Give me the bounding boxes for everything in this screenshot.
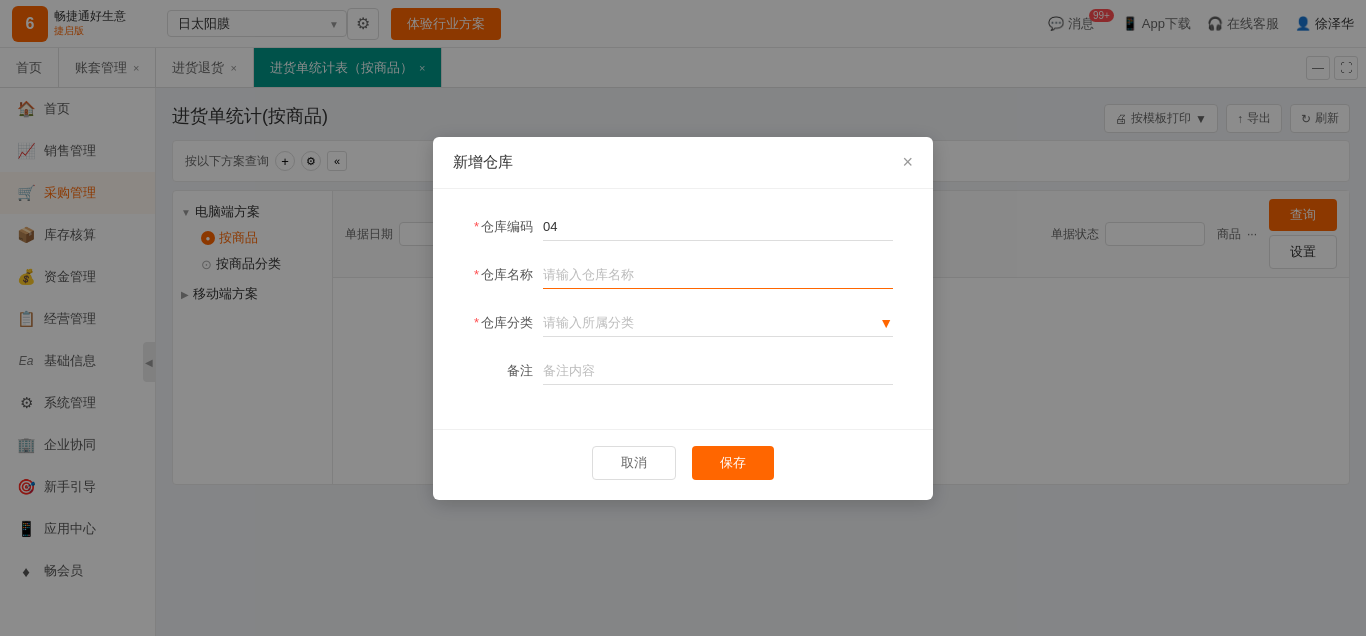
category-chevron-icon: ▼ (879, 315, 893, 331)
modal-body: *仓库编码 *仓库名称 *仓库分类 ▼ (433, 189, 933, 429)
form-row-name: *仓库名称 (473, 261, 893, 289)
save-button[interactable]: 保存 (692, 446, 774, 480)
cancel-button[interactable]: 取消 (592, 446, 676, 480)
modal-title: 新增仓库 (453, 153, 513, 172)
name-label: *仓库名称 (473, 266, 543, 284)
category-select-wrap: ▼ (543, 309, 893, 337)
form-row-category: *仓库分类 ▼ (473, 309, 893, 337)
note-label: 备注 (473, 362, 543, 380)
modal-footer: 取消 保存 (433, 429, 933, 500)
category-label: *仓库分类 (473, 314, 543, 332)
add-warehouse-modal: 新增仓库 × *仓库编码 *仓库名称 *仓库分类 (433, 137, 933, 500)
form-row-note: 备注 (473, 357, 893, 385)
code-label: *仓库编码 (473, 218, 543, 236)
modal-overlay[interactable]: 新增仓库 × *仓库编码 *仓库名称 *仓库分类 (0, 0, 1366, 636)
modal-header: 新增仓库 × (433, 137, 933, 189)
note-input[interactable] (543, 357, 893, 385)
category-input[interactable] (543, 309, 893, 337)
modal-close-btn[interactable]: × (902, 153, 913, 171)
form-row-code: *仓库编码 (473, 213, 893, 241)
name-input[interactable] (543, 261, 893, 289)
code-input[interactable] (543, 213, 893, 241)
